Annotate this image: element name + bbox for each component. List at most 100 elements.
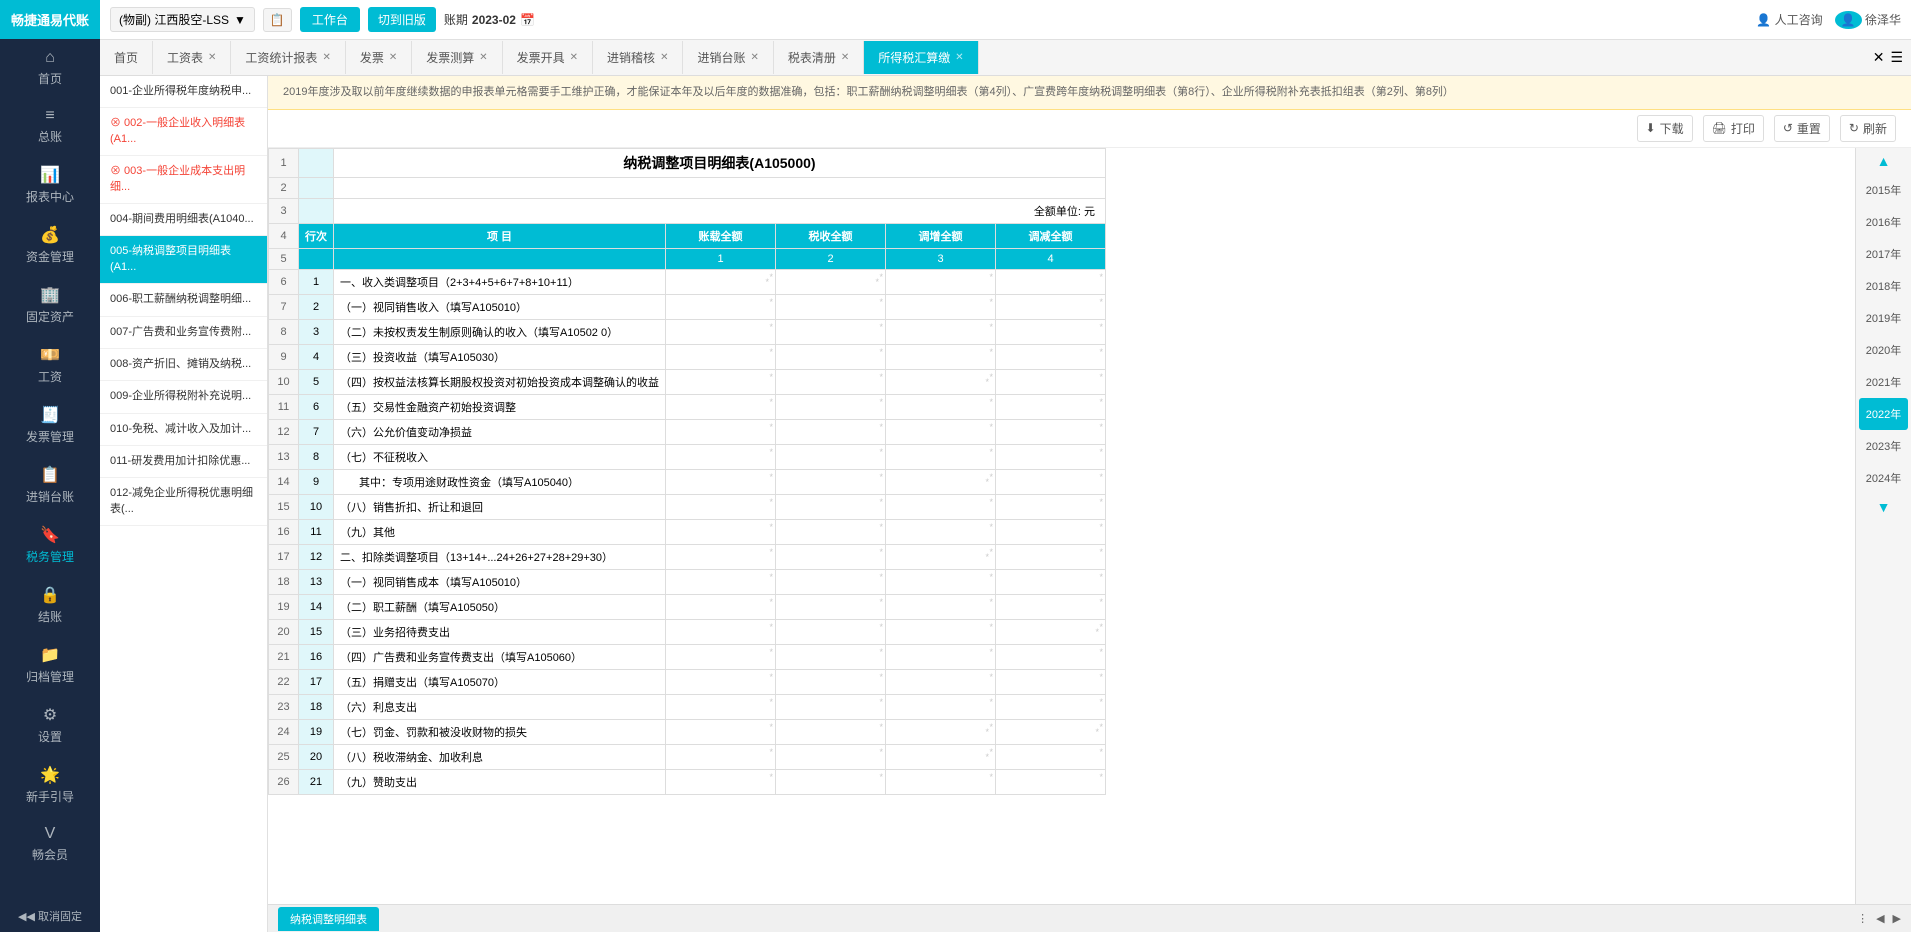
left-item-005[interactable]: 005-纳税调整项目明细表(A1... [100,236,267,284]
tab-tax-clearance[interactable]: 税表清册 ✕ [774,41,864,74]
tab-close-payroll-stat[interactable]: ✕ [322,52,330,63]
tab-menu-icon[interactable]: ☰ [1890,49,1903,66]
download-button[interactable]: ⬇ 下载 [1637,115,1693,142]
scroll-right[interactable]: ▶ [1893,912,1901,925]
copy-button[interactable]: 📋 [263,8,292,32]
left-item-007[interactable]: 007-广告费和业务宣传费附... [100,317,267,349]
tab-home[interactable]: 首页 [100,41,153,74]
sidebar-item-member[interactable]: V 畅会员 [0,815,100,873]
tab-payroll[interactable]: 工资表 ✕ [153,41,231,74]
left-item-003[interactable]: ⊗ 003-一般企业成本支出明细... [100,156,267,204]
table-row: 21 16 （四）广告费和业务宣传费支出（填写A105060） [269,644,1106,669]
ledger-icon: ≡ [45,107,54,125]
year-down-button[interactable]: ▼ [1856,494,1911,520]
left-item-009[interactable]: 009-企业所得税附补充说明... [100,381,267,413]
print-button[interactable]: 🖨 打印 [1703,115,1764,142]
consultant-icon: 👤 [1756,13,1771,27]
left-item-002[interactable]: ⊗ 002-一般企业收入明细表(A1... [100,108,267,156]
fixed-assets-icon: 🏢 [40,285,60,305]
year-2023[interactable]: 2023年 [1856,430,1911,462]
tab-close-invoice-calc[interactable]: ✕ [479,52,487,63]
year-up-button[interactable]: ▲ [1856,148,1911,174]
sidebar-item-newguide[interactable]: 🌟 新手引导 [0,755,100,815]
sidebar-item-tax[interactable]: 🔖 税务管理 [0,515,100,575]
print-icon: 🖨 [1712,121,1727,135]
spreadsheet-container[interactable]: 1 纳税调整项目明细表(A105000) 2 [268,148,1855,905]
sidebar-item-report[interactable]: 📊 报表中心 [0,155,100,215]
year-2015[interactable]: 2015年 [1856,174,1911,206]
workbench-button[interactable]: 工作台 [300,7,360,32]
sidebar-item-settings[interactable]: ⚙ 设置 [0,695,100,755]
left-item-012[interactable]: 012-减免企业所得税优惠明细表(... [100,478,267,526]
left-item-006[interactable]: 006-职工薪酬纳税调整明细... [100,284,267,316]
left-item-004[interactable]: 004-期间费用明细表(A1040... [100,204,267,236]
left-item-008[interactable]: 008-资产折旧、摊销及纳税... [100,349,267,381]
sidebar-item-payroll[interactable]: 💴 工资 [0,335,100,395]
tab-close-income-tax[interactable]: ✕ [955,52,963,63]
consultant-button[interactable]: 👤 人工咨询 [1756,11,1822,28]
table-row: 24 19 （七）罚金、罚款和被没收财物的损失 * * [269,719,1106,744]
table-row: 6 1 一、收入类调整项目（2+3+4+5+6+7+8+10+11） * * [269,269,1106,294]
download-icon: ⬇ [1646,121,1656,135]
sidebar-item-capital[interactable]: 💰 资金管理 [0,215,100,275]
tab-invoice-open[interactable]: 发票开具 ✕ [503,41,593,74]
year-2016[interactable]: 2016年 [1856,206,1911,238]
table-row: 13 8 （七）不征税收入 [269,444,1106,469]
user-menu[interactable]: 👤 徐泽华 [1835,11,1901,28]
year-2018[interactable]: 2018年 [1856,270,1911,302]
tab-close-all[interactable]: ✕ [1873,49,1885,66]
year-2020[interactable]: 2020年 [1856,334,1911,366]
tab-close-import-detail[interactable]: ✕ [660,52,668,63]
sidebar-item-fixed-assets[interactable]: 🏢 固定资产 [0,275,100,335]
switch-old-button[interactable]: 切到旧版 [368,7,436,32]
tab-invoice[interactable]: 发票 ✕ [346,41,412,74]
table-row: 26 21 （九）赞助支出 [269,769,1106,794]
home-icon: ⌂ [45,49,55,67]
tab-close-import-ledger[interactable]: ✕ [750,52,758,63]
invoice-mgmt-icon: 🧾 [40,405,60,425]
content-area: 001-企业所得税年度纳税申... ⊗ 002-一般企业收入明细表(A1... … [100,76,1911,932]
tax-icon: 🔖 [40,525,60,545]
bottom-tab-main[interactable]: 纳税调整明细表 [278,907,379,931]
tab-payroll-stat[interactable]: 工资统计报表 ✕ [231,41,345,74]
member-icon: V [45,825,56,843]
year-2024[interactable]: 2024年 [1856,462,1911,494]
left-item-010[interactable]: 010-免税、减计收入及加计... [100,414,267,446]
table-row: 25 20 （八）税收滞纳金、加收利息 * [269,744,1106,769]
refresh-icon: ↻ [1849,121,1859,135]
tab-invoice-calc[interactable]: 发票测算 ✕ [412,41,502,74]
table-row: 11 6 （五）交易性金融资产初始投资调整 [269,394,1106,419]
tab-close-payroll[interactable]: ✕ [208,52,216,63]
sidebar-item-closing[interactable]: 🔒 结账 [0,575,100,635]
bottom-status: ⋮ ◀ ▶ [1857,912,1901,925]
sidebar-item-invoice-mgmt[interactable]: 🧾 发票管理 [0,395,100,455]
tab-import-detail[interactable]: 进销稽核 ✕ [593,41,683,74]
year-2019[interactable]: 2019年 [1856,302,1911,334]
table-row: 2 [269,177,1106,198]
sidebar-item-home[interactable]: ⌂ 首页 [0,39,100,97]
chevron-left-icon: ◀◀ [18,910,35,923]
left-item-011[interactable]: 011-研发费用加计扣除优惠... [100,446,267,478]
year-2022[interactable]: 2022年 [1859,398,1908,430]
sidebar-item-ledger[interactable]: ≡ 总账 [0,97,100,155]
refresh-button[interactable]: ↻ 刷新 [1840,115,1896,142]
settings-icon: ⚙ [43,705,57,725]
year-2021[interactable]: 2021年 [1856,366,1911,398]
sidebar-item-import-ledger[interactable]: 📋 进销台账 [0,455,100,515]
tab-close-invoice-open[interactable]: ✕ [570,52,578,63]
reset-button[interactable]: ↺ 重置 [1774,115,1830,142]
tab-income-tax[interactable]: 所得税汇算缴 ✕ [864,41,978,74]
tab-close-tax-clearance[interactable]: ✕ [841,52,849,63]
company-selector[interactable]: (物副) 江西股空-LSS ▼ [110,7,255,32]
tab-import-ledger[interactable]: 进销台账 ✕ [683,41,773,74]
left-item-001[interactable]: 001-企业所得税年度纳税申... [100,76,267,108]
tab-close-invoice[interactable]: ✕ [389,52,397,63]
app-logo[interactable]: 畅捷通易代账 [0,0,100,39]
year-2017[interactable]: 2017年 [1856,238,1911,270]
period-selector[interactable]: 账期 2023-02 📅 [444,11,535,28]
scroll-left[interactable]: ◀ [1876,912,1884,925]
table-row: 15 10 （八）销售折扣、折让和退回 [269,494,1106,519]
unfix-button[interactable]: ◀◀ 取消固定 [18,908,82,924]
status-info: ⋮ [1857,912,1868,925]
sidebar-item-archive[interactable]: 📁 归档管理 [0,635,100,695]
